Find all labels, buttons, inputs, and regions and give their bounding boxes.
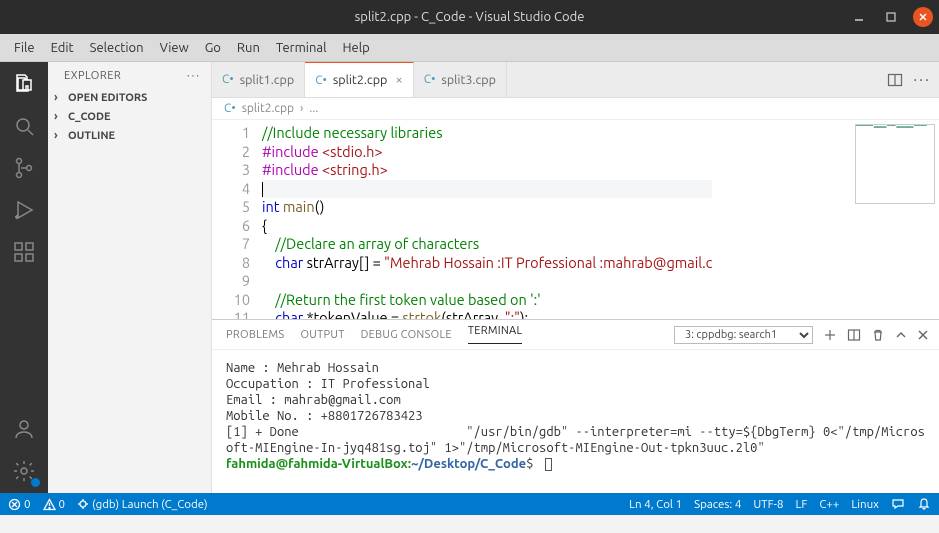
menu-selection[interactable]: Selection <box>82 37 152 59</box>
sidebar-section[interactable]: ›OUTLINE <box>48 126 211 145</box>
tab-bar: C•split1.cppC•split2.cpp×C•split3.cpp ··… <box>212 62 939 98</box>
sidebar: EXPLORER ··· ›OPEN EDITORS›C_CODE›OUTLIN… <box>48 62 212 493</box>
terminal-select[interactable]: 3: cppdbg: search1 <box>674 326 813 344</box>
menu-view[interactable]: View <box>152 37 197 59</box>
status-spaces[interactable]: Spaces: 4 <box>694 498 741 511</box>
panel-tab[interactable]: TERMINAL <box>468 325 523 344</box>
run-debug-icon[interactable] <box>10 196 38 224</box>
close-tab-icon[interactable]: × <box>395 73 402 87</box>
cpp-file-icon: C• <box>424 73 436 86</box>
editor-tab[interactable]: C•split2.cpp× <box>305 62 414 97</box>
accounts-icon[interactable] <box>10 415 38 443</box>
menubar: FileEditSelectionViewGoRunTerminalHelp <box>0 34 939 62</box>
notifications-icon[interactable] <box>917 497 931 511</box>
menu-run[interactable]: Run <box>229 37 268 59</box>
status-bar: 0 0 (gdb) Launch (C_Code) Ln 4, Col 1 Sp… <box>0 493 939 515</box>
sidebar-section[interactable]: ›OPEN EDITORS <box>48 88 211 107</box>
cpp-file-icon: C• <box>224 102 236 115</box>
panel-tab[interactable]: OUTPUT <box>300 329 344 341</box>
maximize-button[interactable] <box>881 7 901 27</box>
new-terminal-icon[interactable] <box>823 328 837 342</box>
split-editor-icon[interactable] <box>887 72 903 88</box>
code-editor[interactable]: 1234567891011 //Include necessary librar… <box>212 120 939 319</box>
panel-tab-bar: PROBLEMS OUTPUT DEBUG CONSOLE TERMINAL 3: c… <box>212 320 939 350</box>
window-title: split2.cpp - C_Code - Visual Studio Code <box>355 10 585 24</box>
feedback-icon[interactable] <box>891 497 905 511</box>
menu-go[interactable]: Go <box>197 37 229 59</box>
status-lncol[interactable]: Ln 4, Col 1 <box>629 498 682 511</box>
breadcrumb[interactable]: C• split2.cpp › ... <box>212 98 939 120</box>
terminal-output[interactable]: Name : Mehrab Hossain Occupation : IT Pr… <box>212 350 939 493</box>
close-button[interactable] <box>913 7 933 27</box>
status-errors[interactable]: 0 <box>8 498 31 511</box>
search-icon[interactable] <box>10 112 38 140</box>
editor-tab[interactable]: C•split1.cpp <box>212 62 305 97</box>
menu-terminal[interactable]: Terminal <box>268 37 335 59</box>
chevron-right-icon: › <box>54 129 66 142</box>
activity-bar <box>0 62 48 493</box>
extensions-icon[interactable] <box>10 238 38 266</box>
status-launch[interactable]: (gdb) Launch (C_Code) <box>77 498 208 511</box>
close-panel-icon[interactable] <box>917 329 929 341</box>
source-control-icon[interactable] <box>10 154 38 182</box>
panel-tab[interactable]: PROBLEMS <box>226 329 284 341</box>
status-encoding[interactable]: UTF-8 <box>753 498 783 511</box>
status-warnings[interactable]: 0 <box>43 498 66 511</box>
sidebar-section[interactable]: ›C_CODE <box>48 107 211 126</box>
split-terminal-icon[interactable] <box>847 328 861 342</box>
status-os[interactable]: Linux <box>851 498 879 511</box>
menu-help[interactable]: Help <box>334 37 377 59</box>
status-language[interactable]: C++ <box>819 498 839 511</box>
status-eol[interactable]: LF <box>795 498 807 511</box>
panel: PROBLEMS OUTPUT DEBUG CONSOLE TERMINAL 3: c… <box>212 319 939 493</box>
editor-more-icon[interactable]: ··· <box>913 71 931 89</box>
settings-icon[interactable] <box>10 457 38 485</box>
sidebar-title: EXPLORER <box>64 70 121 82</box>
chevron-right-icon: › <box>54 91 66 104</box>
menu-file[interactable]: File <box>6 37 43 59</box>
menu-edit[interactable]: Edit <box>43 37 82 59</box>
minimize-button[interactable] <box>849 7 869 27</box>
chevron-right-icon: › <box>300 102 303 115</box>
titlebar: split2.cpp - C_Code - Visual Studio Code <box>0 0 939 34</box>
cpp-file-icon: C• <box>222 73 234 86</box>
trash-icon[interactable] <box>871 328 885 342</box>
explorer-icon[interactable] <box>10 70 38 98</box>
minimap[interactable]: ▀▀▀▀▀▀▀▀ ▄▄▄▄▄▄ ▀▀▀▀ ▄▄▄▄▄▄▄▄ ▀▀▀▀▀▀ <box>855 124 935 204</box>
window-controls <box>849 7 933 27</box>
sidebar-more-icon[interactable]: ··· <box>187 70 201 82</box>
chevron-up-icon[interactable] <box>895 329 907 341</box>
panel-tab[interactable]: DEBUG CONSOLE <box>361 329 452 341</box>
chevron-right-icon: › <box>54 110 66 123</box>
cpp-file-icon: C• <box>315 74 327 87</box>
editor-tab[interactable]: C•split3.cpp <box>414 62 507 97</box>
